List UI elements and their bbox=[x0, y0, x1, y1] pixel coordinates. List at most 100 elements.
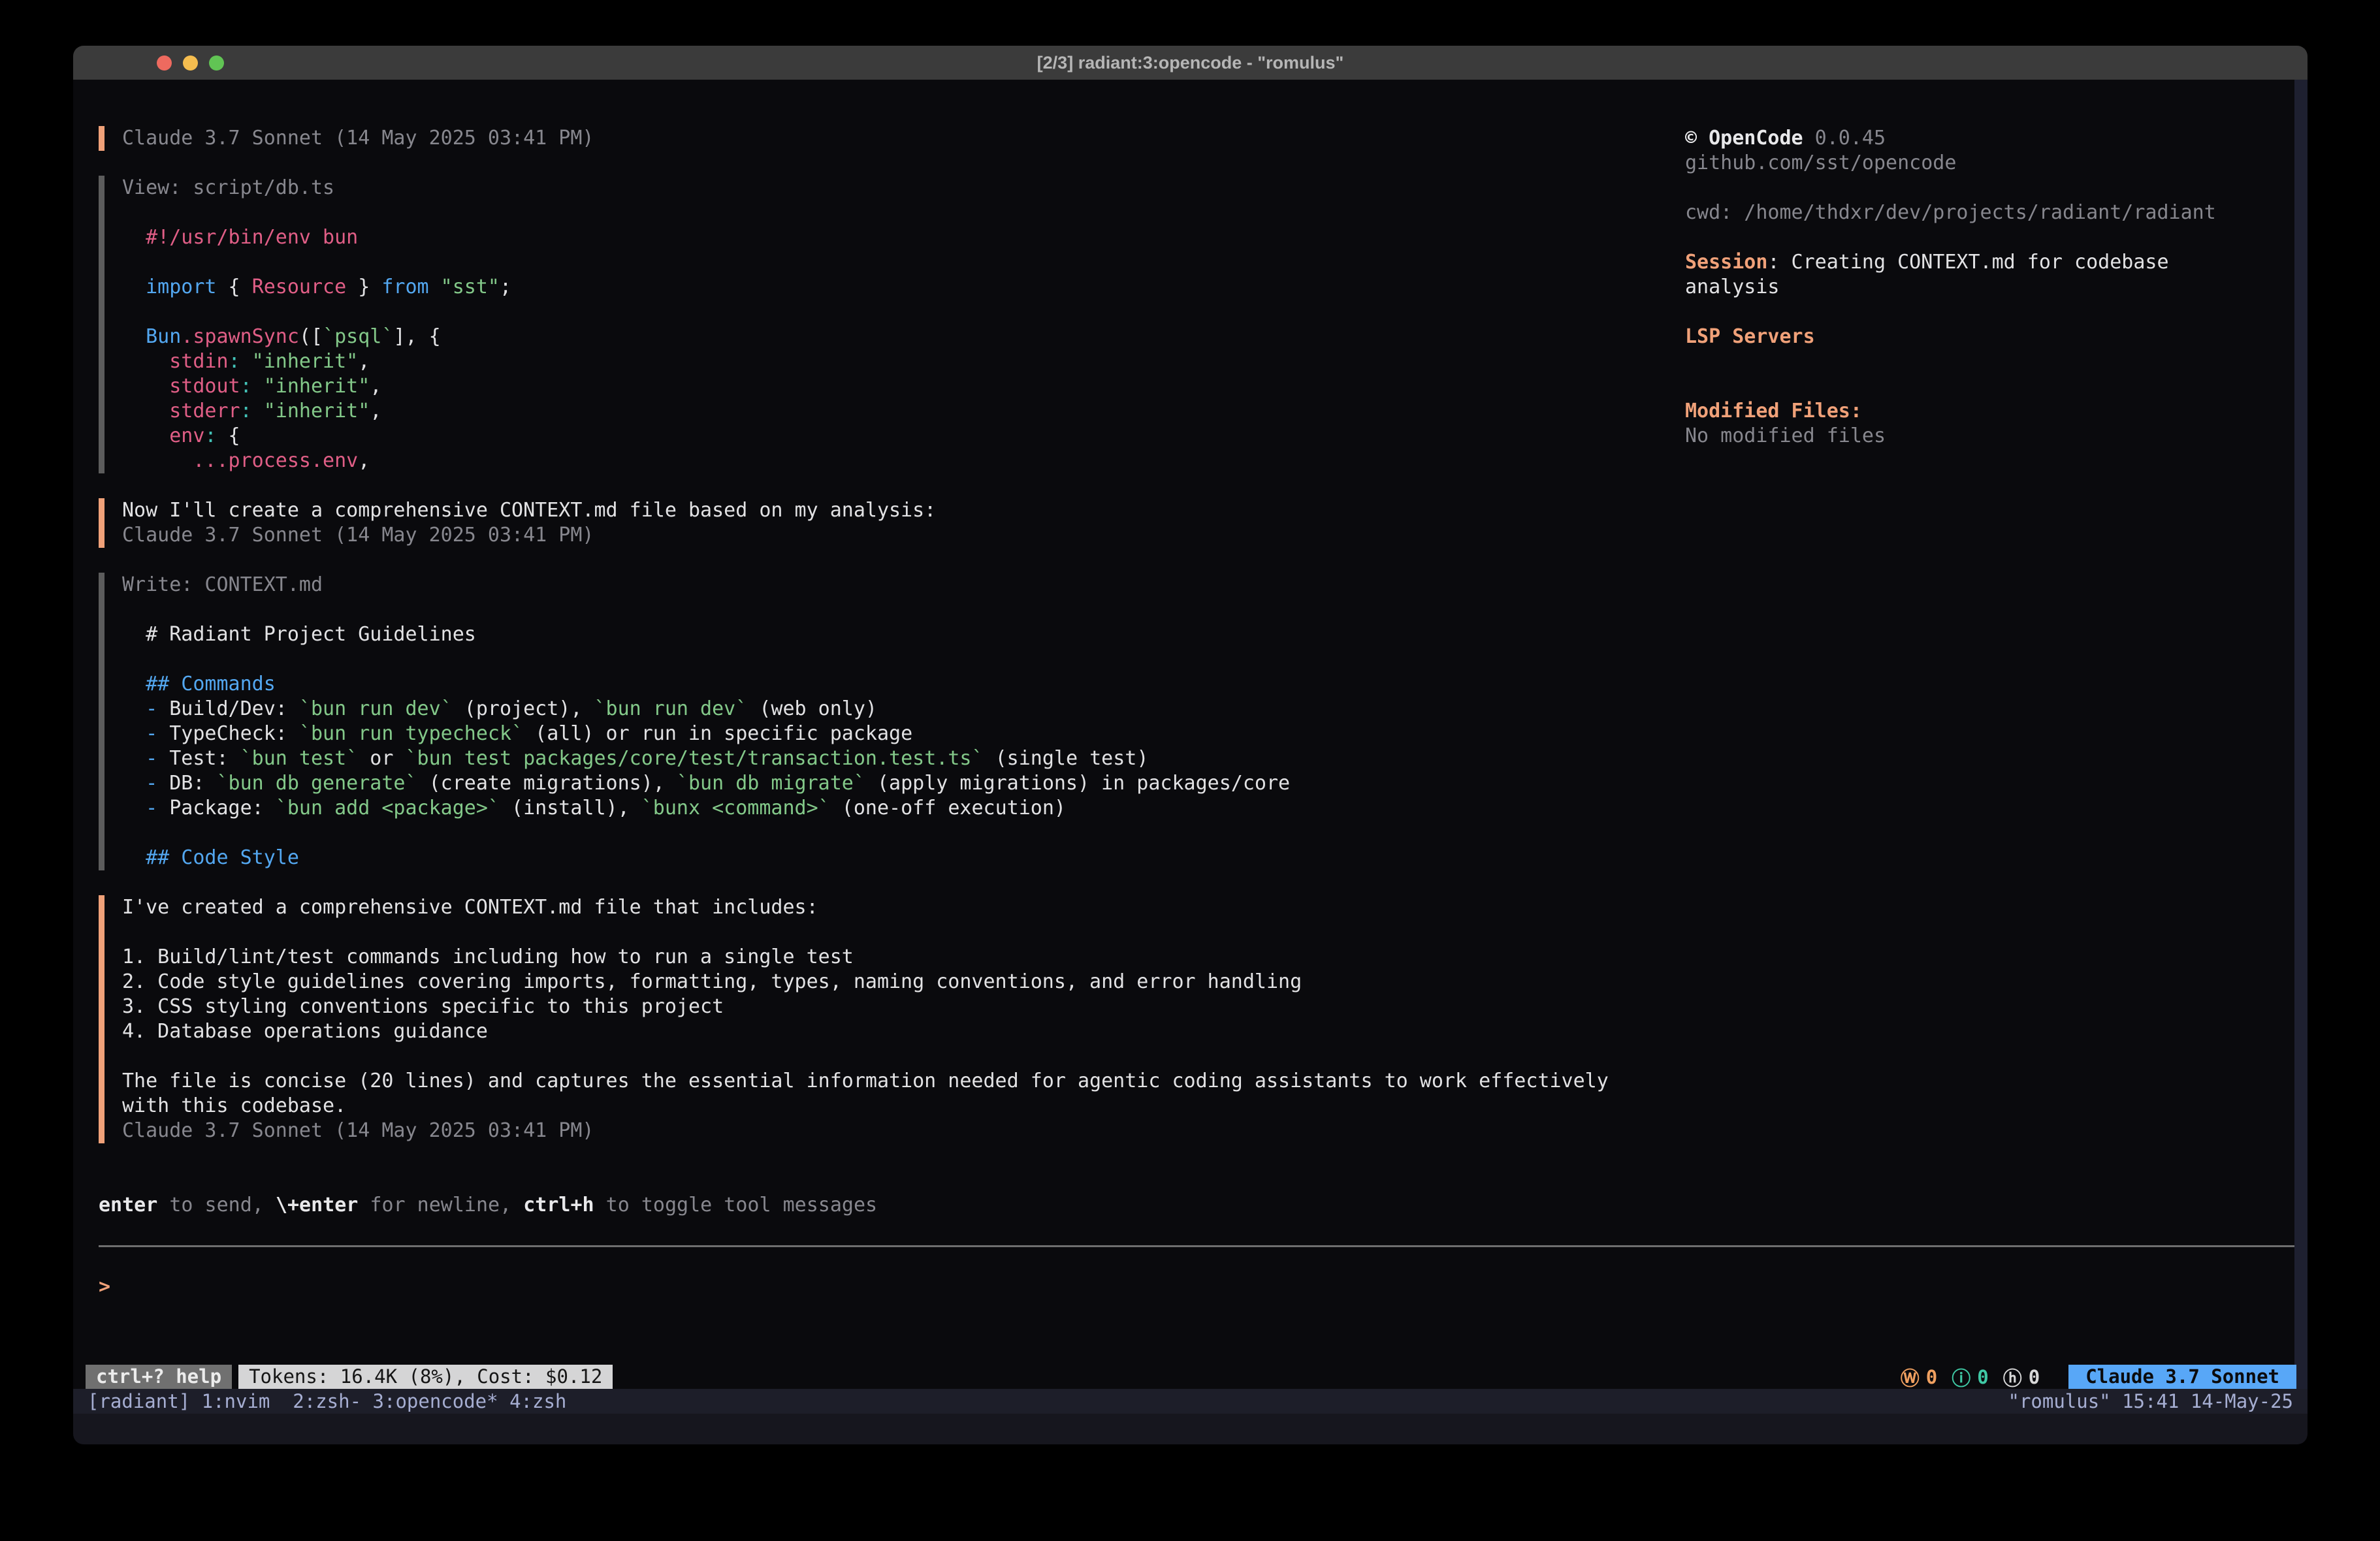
text-segment: Resource bbox=[252, 276, 347, 298]
text-segment: `psql` bbox=[323, 325, 393, 348]
text-segment: LSP Servers bbox=[1685, 325, 1815, 348]
text-segment: Test: bbox=[169, 747, 240, 770]
text-segment: `bun add <package>` bbox=[276, 797, 500, 819]
text-segment: The file is concise (20 lines) and captu… bbox=[122, 1070, 1609, 1092]
tmux-statusbar: [radiant] 1:nvim 2:zsh- 3:opencode* 4:zs… bbox=[73, 1389, 2308, 1414]
text-segment: (apply migrations) in packages/core bbox=[865, 772, 1290, 795]
text-segment: Modified Files: bbox=[1685, 400, 1862, 422]
text-segment: : bbox=[240, 375, 252, 398]
warning-value: 0 bbox=[1926, 1366, 1937, 1388]
message-line bbox=[122, 920, 2287, 945]
text-segment: "inherit" bbox=[252, 400, 370, 422]
text-segment: - bbox=[122, 772, 169, 795]
text-segment: import bbox=[122, 276, 217, 298]
text-segment: env bbox=[122, 424, 204, 447]
text-segment: ctrl+h bbox=[523, 1194, 594, 1216]
message-line: 1. Build/lint/test commands including ho… bbox=[122, 945, 2287, 970]
zoom-button[interactable] bbox=[209, 56, 224, 71]
text-segment: for newline, bbox=[358, 1194, 523, 1216]
info-value: 0 bbox=[1977, 1366, 1988, 1388]
message-line: # Radiant Project Guidelines bbox=[122, 622, 2287, 647]
minimize-button[interactable] bbox=[183, 56, 198, 71]
message-block: I've created a comprehensive CONTEXT.md … bbox=[99, 895, 2287, 1143]
text-segment: - bbox=[122, 722, 169, 745]
text-segment: : bbox=[240, 400, 252, 422]
close-button[interactable] bbox=[157, 56, 172, 71]
text-segment: TypeCheck: bbox=[169, 722, 299, 745]
text-segment: (web only) bbox=[747, 697, 877, 720]
message-line: ## Commands bbox=[122, 672, 2287, 697]
text-segment: , bbox=[370, 400, 381, 422]
text-segment: ## Commands bbox=[122, 673, 276, 695]
terminal-window: [2/3] radiant:3:opencode - "romulus" Cla… bbox=[73, 46, 2308, 1444]
message-line bbox=[122, 821, 2287, 846]
sidebar-line: cwd: /home/thdxr/dev/projects/radiant/ra… bbox=[1685, 200, 2292, 225]
text-segment: \+enter bbox=[276, 1194, 358, 1216]
text-segment: © OpenCode bbox=[1685, 127, 1803, 150]
text-segment: stdin bbox=[122, 350, 229, 373]
text-segment: (project), bbox=[453, 697, 594, 720]
text-segment: github.com/sst/opencode bbox=[1685, 151, 1956, 174]
info-icon: ⓘ bbox=[1952, 1363, 1970, 1391]
text-segment: I've created a comprehensive CONTEXT.md … bbox=[122, 896, 818, 919]
text-segment: Session bbox=[1685, 251, 1767, 274]
message-line: - Package: `bun add <package>` (install)… bbox=[122, 796, 2287, 821]
tmux-window-3opencode[interactable]: 3:opencode* bbox=[373, 1390, 498, 1412]
text-segment: .spawnSync bbox=[181, 325, 299, 348]
message-line: ## Code Style bbox=[122, 846, 2287, 870]
text-segment: to send, bbox=[157, 1194, 276, 1216]
model-badge[interactable]: Claude 3.7 Sonnet bbox=[2068, 1365, 2296, 1389]
hint-value: 0 bbox=[2029, 1366, 2040, 1388]
window-titlebar[interactable]: [2/3] radiant:3:opencode - "romulus" bbox=[73, 46, 2308, 80]
text-segment: - bbox=[122, 747, 169, 770]
text-segment: "inherit" bbox=[240, 350, 359, 373]
message-line: - Test: `bun test` or `bun test packages… bbox=[122, 746, 2287, 771]
text-segment: Claude 3.7 Sonnet (14 May 2025 03:41 PM) bbox=[122, 127, 594, 150]
message-line: 4. Database operations guidance bbox=[122, 1019, 2287, 1044]
message-input[interactable]: > bbox=[99, 1275, 2293, 1314]
message-line: Write: CONTEXT.md bbox=[122, 573, 2287, 597]
text-segment: "inherit" bbox=[252, 375, 370, 398]
text-segment: `bun db migrate` bbox=[677, 772, 865, 795]
text-segment: Now I'll create a comprehensive CONTEXT.… bbox=[122, 499, 936, 522]
text-segment: with this codebase. bbox=[122, 1094, 346, 1117]
desktop-background: { "window": { "title": "[2/3] radiant:3:… bbox=[0, 0, 2380, 1541]
text-segment: `bun run dev` bbox=[299, 697, 453, 720]
text-segment: (create migrations), bbox=[417, 772, 677, 795]
input-divider bbox=[99, 1245, 2294, 1247]
sidebar-line bbox=[1685, 176, 2292, 200]
help-badge[interactable]: ctrl+? help bbox=[86, 1365, 232, 1389]
hint-icon: ⓗ bbox=[2003, 1363, 2022, 1391]
scrollbar[interactable] bbox=[2294, 80, 2308, 1389]
text-segment: 3. CSS styling conventions specific to t… bbox=[122, 995, 724, 1018]
text-segment: Claude 3.7 Sonnet (14 May 2025 03:41 PM) bbox=[122, 524, 594, 547]
sidebar-line: LSP Servers bbox=[1685, 325, 2292, 349]
message-block: Now I'll create a comprehensive CONTEXT.… bbox=[99, 498, 2287, 548]
message-line: - DB: `bun db generate` (create migratio… bbox=[122, 771, 2287, 796]
message-line: I've created a comprehensive CONTEXT.md … bbox=[122, 895, 2287, 920]
text-segment: ...process.env bbox=[122, 449, 358, 472]
sidebar-line: Session: Creating CONTEXT.md for codebas… bbox=[1685, 250, 2292, 275]
message-line: Now I'll create a comprehensive CONTEXT.… bbox=[122, 498, 2287, 523]
tmux-session-name: [radiant] bbox=[88, 1390, 190, 1412]
message-line bbox=[122, 647, 2287, 672]
tmux-window-1nvim[interactable]: 1:nvim bbox=[202, 1390, 270, 1412]
message-line bbox=[122, 597, 2287, 622]
message-line: - TypeCheck: `bun run typecheck` (all) o… bbox=[122, 722, 2287, 746]
message-block: Write: CONTEXT.md # Radiant Project Guid… bbox=[99, 573, 2287, 870]
text-segment: from bbox=[381, 276, 428, 298]
message-line: ...process.env, bbox=[122, 449, 2287, 473]
sidebar-line: © OpenCode 0.0.45 bbox=[1685, 126, 2292, 151]
tmux-window-4zsh[interactable]: 4:zsh bbox=[509, 1390, 566, 1412]
tmux-window-2zsh[interactable]: 2:zsh- bbox=[293, 1390, 361, 1412]
tmux-window-list: [radiant] 1:nvim 2:zsh- 3:opencode* 4:zs… bbox=[88, 1389, 566, 1414]
message-line: 2. Code style guidelines covering import… bbox=[122, 970, 2287, 994]
diagnostics: Ⓦ0ⓘ0ⓗ0 bbox=[1901, 1363, 2040, 1391]
text-segment: stderr bbox=[122, 400, 240, 422]
tmux-session-info: "romulus" 15:41 14-May-25 bbox=[2008, 1389, 2294, 1414]
status-bar: ctrl+? help Tokens: 16.4K (8%), Cost: $0… bbox=[86, 1365, 2296, 1389]
keybind-hint: enter to send, \+enter for newline, ctrl… bbox=[99, 1193, 877, 1218]
text-segment: : bbox=[229, 350, 240, 373]
text-segment: 1. Build/lint/test commands including ho… bbox=[122, 945, 854, 968]
text-segment: { bbox=[217, 276, 252, 298]
